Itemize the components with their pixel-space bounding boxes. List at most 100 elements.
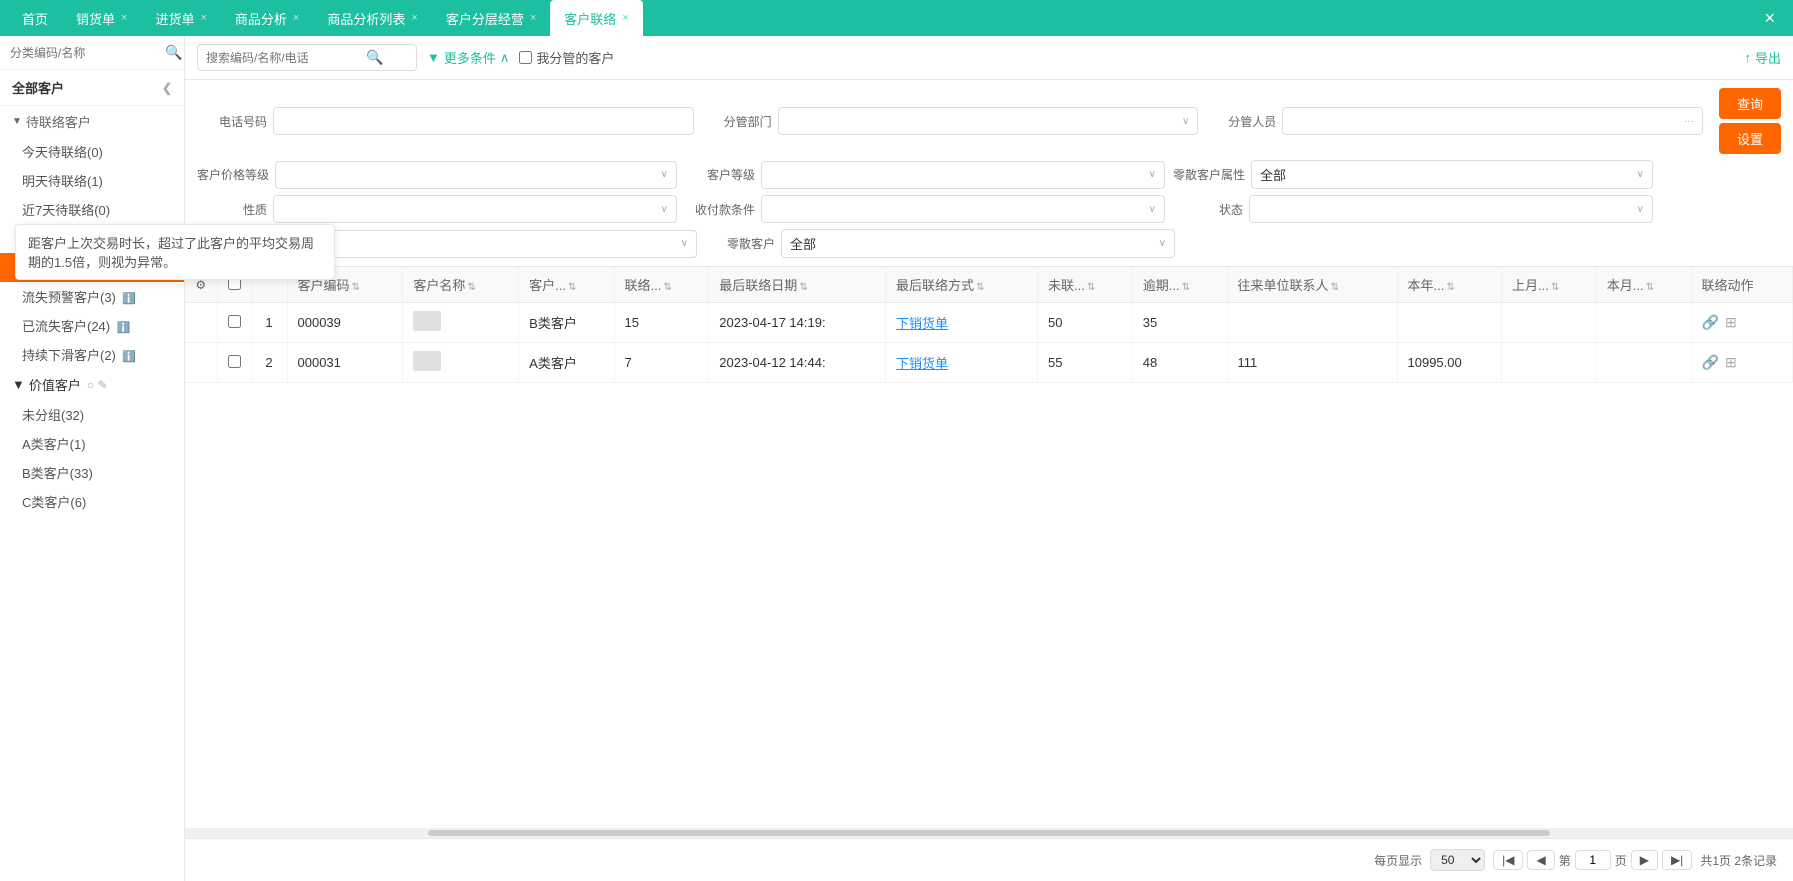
customer-type-select[interactable]: ∨ xyxy=(303,230,697,258)
manager-select[interactable]: ··· xyxy=(1282,107,1703,135)
close-icon[interactable]: × xyxy=(411,12,417,24)
phone-input[interactable] xyxy=(273,107,694,135)
close-icon[interactable]: × xyxy=(121,12,127,24)
main-search-input[interactable] xyxy=(206,51,366,65)
horizontal-scrollbar[interactable] xyxy=(185,828,1793,838)
main-search-box[interactable]: 🔍 xyxy=(197,44,417,71)
filter-phone: 电话号码 xyxy=(197,107,694,135)
sidebar-item-today[interactable]: 今天待联络(0) xyxy=(0,137,184,166)
my-customers-checkbox-group[interactable]: 我分管的客户 xyxy=(519,48,614,67)
sidebar-item-a-class[interactable]: A类客户(1) xyxy=(0,429,184,458)
col-this-month[interactable]: 本月...⇅ xyxy=(1596,267,1691,303)
row-last-month xyxy=(1502,343,1597,383)
sidebar-item-tomorrow[interactable]: 明天待联络(1) xyxy=(0,166,184,195)
close-icon[interactable]: × xyxy=(622,12,628,24)
sidebar-group-value-customer[interactable]: ▼ 价值客户 ○ ✎ xyxy=(0,369,184,400)
sidebar-item-b-class[interactable]: B类客户(33) xyxy=(0,458,184,487)
filter-row-3: 性质 ∨ 收付款条件 ∨ 状态 xyxy=(197,195,1781,223)
edit-icon[interactable]: ○ ✎ xyxy=(87,378,108,392)
col-no-contact[interactable]: 未联...⇅ xyxy=(1037,267,1132,303)
per-page-select[interactable]: 50 10 20 100 xyxy=(1430,849,1485,871)
payment-select[interactable]: ∨ xyxy=(761,195,1165,223)
next-page-button[interactable]: ▶ xyxy=(1631,850,1658,870)
nav-product-analysis-list[interactable]: 商品分析列表 × xyxy=(313,0,431,36)
settings-button[interactable]: 设置 xyxy=(1719,123,1781,154)
nav-customer-contact[interactable]: 客户联络 × xyxy=(550,0,642,36)
status-select[interactable]: ∨ xyxy=(1249,195,1653,223)
sort-icon: ⇅ xyxy=(352,282,360,293)
sort-icon: ⇅ xyxy=(1551,282,1559,293)
filter-icon: ▼ xyxy=(427,50,440,65)
export-button[interactable]: ↑ 导出 xyxy=(1744,48,1781,67)
retail-attr-select[interactable]: 全部 ∨ xyxy=(1251,160,1653,189)
page-input[interactable] xyxy=(1575,850,1611,870)
link-icon[interactable]: 🔗 xyxy=(1702,314,1719,331)
sidebar-item-7days[interactable]: 近7天待联络(0) xyxy=(0,195,184,224)
sidebar-item-lost-pre[interactable]: 流失预警客户(3) ℹ️ xyxy=(0,282,184,311)
row-checkbox[interactable] xyxy=(217,303,251,343)
window-close-button[interactable]: × xyxy=(1754,8,1785,29)
data-table-area: ⚙ 客户编码⇅ 客户名称⇅ 客户...⇅ 联络...⇅ 最后联络日期⇅ 最后联络… xyxy=(185,267,1793,828)
col-contact[interactable]: 联络...⇅ xyxy=(614,267,709,303)
nav-purchase-order[interactable]: 进货单 × xyxy=(141,0,220,36)
col-last-contact-date[interactable]: 最后联络日期⇅ xyxy=(709,267,886,303)
col-company-contact[interactable]: 往来单位联系人⇅ xyxy=(1227,267,1397,303)
col-overdue[interactable]: 逾期...⇅ xyxy=(1132,267,1227,303)
row-this-year: 10995.00 xyxy=(1397,343,1501,383)
row-code: 000039 xyxy=(287,303,403,343)
scroll-thumb[interactable] xyxy=(428,830,1551,836)
first-page-button[interactable]: |◀ xyxy=(1493,850,1523,870)
query-button[interactable]: 查询 xyxy=(1719,88,1781,119)
sidebar-item-decline[interactable]: 持续下滑客户(2) ℹ️ xyxy=(0,340,184,369)
row-last-contact-method[interactable]: 下销货单 xyxy=(886,343,1038,383)
row-this-month xyxy=(1596,343,1691,383)
row-select-checkbox[interactable] xyxy=(228,315,241,328)
nav-sales-order[interactable]: 销货单 × xyxy=(62,0,141,36)
sidebar-item-lost[interactable]: 已流失客户(24) ℹ️ xyxy=(0,311,184,340)
grid-icon[interactable]: ⊞ xyxy=(1725,354,1737,371)
row-checkbox[interactable] xyxy=(217,343,251,383)
row-name xyxy=(403,303,519,343)
more-conditions-button[interactable]: ▼ 更多条件 ∧ xyxy=(427,48,509,67)
chevron-down-icon: ▼ xyxy=(12,377,25,392)
dept-select[interactable]: ∨ xyxy=(778,107,1199,135)
nav-home[interactable]: 首页 xyxy=(8,0,62,36)
search-icon[interactable]: 🔍 xyxy=(165,44,182,61)
price-level-select[interactable]: ∨ xyxy=(275,161,677,189)
col-type[interactable]: 客户...⇅ xyxy=(519,267,614,303)
sidebar-group-waiting-contact[interactable]: ▼ 待联络客户 xyxy=(0,106,184,137)
chevron-down-icon: ▼ xyxy=(12,116,22,127)
sidebar-search-input[interactable] xyxy=(10,46,165,60)
sidebar-item-c-class[interactable]: C类客户(6) xyxy=(0,487,184,516)
sort-icon: ⇅ xyxy=(568,282,576,293)
sidebar-all-customers[interactable]: 全部客户 ❮ xyxy=(0,70,184,106)
last-page-button[interactable]: ▶| xyxy=(1662,850,1692,870)
nav-customer-tier[interactable]: 客户分层经营 × xyxy=(432,0,550,36)
nav-product-analysis[interactable]: 商品分析 × xyxy=(221,0,313,36)
search-icon[interactable]: 🔍 xyxy=(366,49,383,66)
col-last-month[interactable]: 上月...⇅ xyxy=(1502,267,1597,303)
retail-customer-select[interactable]: 全部 ∨ xyxy=(781,229,1175,258)
filter-retail-attr: 零散客户属性 全部 ∨ xyxy=(1173,160,1653,189)
filter-payment: 收付款条件 ∨ xyxy=(685,195,1165,223)
filter-manager: 分管人员 ··· xyxy=(1206,107,1703,135)
prev-page-button[interactable]: ◀ xyxy=(1527,850,1554,870)
sidebar-search-bar[interactable]: 🔍 xyxy=(0,36,184,70)
gender-select[interactable]: ∨ xyxy=(273,195,677,223)
col-this-year[interactable]: 本年...⇅ xyxy=(1397,267,1501,303)
info-icon: ℹ️ xyxy=(116,322,130,334)
close-icon[interactable]: × xyxy=(530,12,536,24)
sort-icon: ⇅ xyxy=(663,282,671,293)
sidebar-item-ungroup[interactable]: 未分组(32) xyxy=(0,400,184,429)
close-icon[interactable]: × xyxy=(200,12,206,24)
row-select-checkbox[interactable] xyxy=(228,355,241,368)
my-customers-checkbox[interactable] xyxy=(519,51,532,64)
row-last-contact-method[interactable]: 下销货单 xyxy=(886,303,1038,343)
grid-icon[interactable]: ⊞ xyxy=(1725,314,1737,331)
col-last-contact-method[interactable]: 最后联络方式⇅ xyxy=(886,267,1038,303)
col-name[interactable]: 客户名称⇅ xyxy=(403,267,519,303)
customer-level-select[interactable]: ∨ xyxy=(761,161,1165,189)
link-icon[interactable]: 🔗 xyxy=(1702,354,1719,371)
row-contact: 7 xyxy=(614,343,709,383)
close-icon[interactable]: × xyxy=(293,12,299,24)
